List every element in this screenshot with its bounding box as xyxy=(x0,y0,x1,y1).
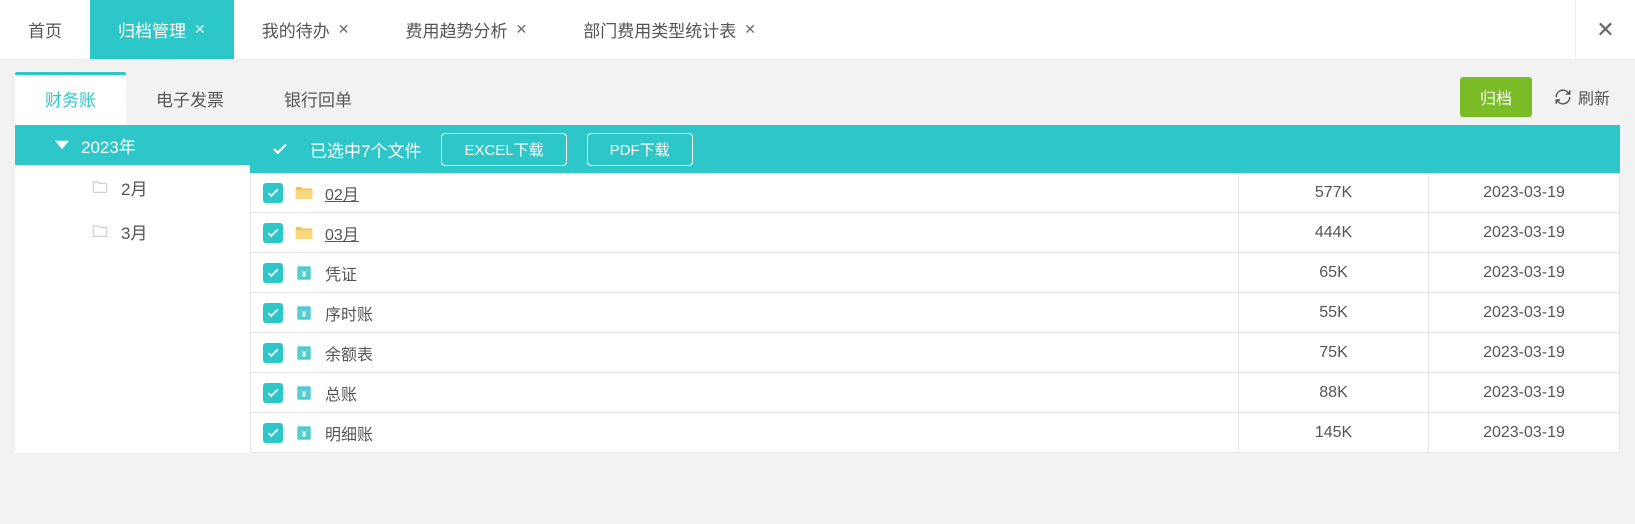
svg-text:¥: ¥ xyxy=(302,349,307,358)
svg-text:¥: ¥ xyxy=(302,429,307,438)
close-icon[interactable]: ✕ xyxy=(194,21,206,38)
nav-tab-my-todo[interactable]: 我的待办 ✕ xyxy=(234,0,378,59)
file-icon: ¥ xyxy=(295,304,313,322)
svg-text:¥: ¥ xyxy=(302,389,307,398)
nav-tab-home[interactable]: 首页 xyxy=(0,0,90,59)
selection-text: 已选中7个文件 xyxy=(310,137,421,162)
row-size: 65K xyxy=(1239,253,1429,292)
month-label: 2月 xyxy=(121,175,147,200)
table-row: 02月 577K 2023-03-19 xyxy=(250,173,1620,213)
sidebar-year[interactable]: 2023年 xyxy=(15,125,250,165)
nav-tab-cost-trend[interactable]: 费用趋势分析 ✕ xyxy=(377,0,555,59)
table-row: ¥ 总账 88K 2023-03-19 xyxy=(250,373,1620,413)
table-row: ¥ 明细账 145K 2023-03-19 xyxy=(250,413,1620,453)
row-name[interactable]: 凭证 xyxy=(325,261,357,285)
subtab-bank-receipt[interactable]: 银行回单 xyxy=(254,72,382,125)
year-label: 2023年 xyxy=(81,133,136,158)
svg-text:¥: ¥ xyxy=(302,309,307,318)
row-size: 444K xyxy=(1239,213,1429,252)
row-name[interactable]: 序时账 xyxy=(325,301,373,325)
row-checkbox[interactable] xyxy=(263,423,283,443)
table-row: ¥ 凭证 65K 2023-03-19 xyxy=(250,253,1620,293)
workspace: 财务账 电子发票 银行回单 归档 刷新 2023年 2月 3月 xyxy=(0,60,1635,524)
row-name-cell: ¥ 明细账 xyxy=(251,413,1239,452)
sidebar-month-3[interactable]: 3月 xyxy=(15,209,250,253)
row-checkbox[interactable] xyxy=(263,183,283,203)
nav-label: 费用趋势分析 xyxy=(405,17,507,42)
row-name[interactable]: 总账 xyxy=(325,381,357,405)
row-name[interactable]: 明细账 xyxy=(325,421,373,445)
row-date: 2023-03-19 xyxy=(1429,213,1619,252)
row-date: 2023-03-19 xyxy=(1429,253,1619,292)
folder-icon xyxy=(295,185,313,201)
archive-button[interactable]: 归档 xyxy=(1460,77,1532,117)
row-date: 2023-03-19 xyxy=(1429,413,1619,452)
row-size: 577K xyxy=(1239,174,1429,212)
row-size: 88K xyxy=(1239,373,1429,412)
row-name-cell: ¥ 凭证 xyxy=(251,253,1239,292)
subtab-einvoice[interactable]: 电子发票 xyxy=(126,72,254,125)
row-checkbox[interactable] xyxy=(263,263,283,283)
close-all-button[interactable]: ✕ xyxy=(1575,0,1635,60)
row-date: 2023-03-19 xyxy=(1429,333,1619,372)
close-icon[interactable]: ✕ xyxy=(744,21,756,38)
row-checkbox[interactable] xyxy=(263,383,283,403)
chevron-down-icon xyxy=(55,138,69,152)
folder-icon xyxy=(295,225,313,241)
nav-label: 我的待办 xyxy=(262,17,330,42)
nav-label: 归档管理 xyxy=(118,17,186,42)
pdf-download-button[interactable]: PDF下载 xyxy=(587,133,693,166)
row-size: 145K xyxy=(1239,413,1429,452)
close-icon[interactable]: ✕ xyxy=(338,21,350,38)
row-name-cell: 02月 xyxy=(251,174,1239,212)
panel: 2023年 2月 3月 已选中7个文件 EXCEL下载 PDF下载 xyxy=(15,125,1620,453)
action-bar: 归档 刷新 xyxy=(1460,77,1620,125)
table-row: 03月 444K 2023-03-19 xyxy=(250,213,1620,253)
folder-icon xyxy=(91,178,109,196)
selection-bar: 已选中7个文件 EXCEL下载 PDF下载 xyxy=(250,125,1620,173)
subtab-finance[interactable]: 财务账 xyxy=(15,72,126,125)
refresh-icon xyxy=(1554,88,1572,106)
check-icon[interactable] xyxy=(270,139,290,159)
row-name[interactable]: 03月 xyxy=(325,221,359,245)
nav-label: 部门费用类型统计表 xyxy=(583,17,736,42)
row-name[interactable]: 余额表 xyxy=(325,341,373,365)
subtab-row: 财务账 电子发票 银行回单 归档 刷新 xyxy=(15,75,1620,125)
file-icon: ¥ xyxy=(295,264,313,282)
close-icon[interactable]: ✕ xyxy=(515,21,527,38)
top-nav: 首页 归档管理 ✕ 我的待办 ✕ 费用趋势分析 ✕ 部门费用类型统计表 ✕ ✕ xyxy=(0,0,1635,60)
file-icon: ¥ xyxy=(295,384,313,402)
row-size: 55K xyxy=(1239,293,1429,332)
file-list: 02月 577K 2023-03-19 03月 444K 2023-03-19 xyxy=(250,173,1620,453)
row-name-cell: ¥ 总账 xyxy=(251,373,1239,412)
row-name[interactable]: 02月 xyxy=(325,181,359,205)
sidebar-month-2[interactable]: 2月 xyxy=(15,165,250,209)
file-icon: ¥ xyxy=(295,424,313,442)
folder-icon xyxy=(91,222,109,240)
row-name-cell: ¥ 序时账 xyxy=(251,293,1239,332)
refresh-label: 刷新 xyxy=(1578,85,1610,109)
row-checkbox[interactable] xyxy=(263,343,283,363)
row-name-cell: ¥ 余额表 xyxy=(251,333,1239,372)
content-area: 已选中7个文件 EXCEL下载 PDF下载 02月 577K 2023-03-1… xyxy=(250,125,1620,453)
row-name-cell: 03月 xyxy=(251,213,1239,252)
excel-download-button[interactable]: EXCEL下载 xyxy=(441,133,566,166)
nav-label: 首页 xyxy=(28,17,62,42)
table-row: ¥ 余额表 75K 2023-03-19 xyxy=(250,333,1620,373)
row-checkbox[interactable] xyxy=(263,223,283,243)
sidebar: 2023年 2月 3月 xyxy=(15,125,250,453)
row-checkbox[interactable] xyxy=(263,303,283,323)
row-date: 2023-03-19 xyxy=(1429,174,1619,212)
table-row: ¥ 序时账 55K 2023-03-19 xyxy=(250,293,1620,333)
refresh-button[interactable]: 刷新 xyxy=(1554,85,1610,109)
row-size: 75K xyxy=(1239,333,1429,372)
nav-tab-archive-mgmt[interactable]: 归档管理 ✕ xyxy=(90,0,234,59)
svg-text:¥: ¥ xyxy=(302,269,307,278)
row-date: 2023-03-19 xyxy=(1429,293,1619,332)
file-icon: ¥ xyxy=(295,344,313,362)
month-label: 3月 xyxy=(121,219,147,244)
row-date: 2023-03-19 xyxy=(1429,373,1619,412)
nav-tab-dept-cost-stats[interactable]: 部门费用类型统计表 ✕ xyxy=(555,0,784,59)
